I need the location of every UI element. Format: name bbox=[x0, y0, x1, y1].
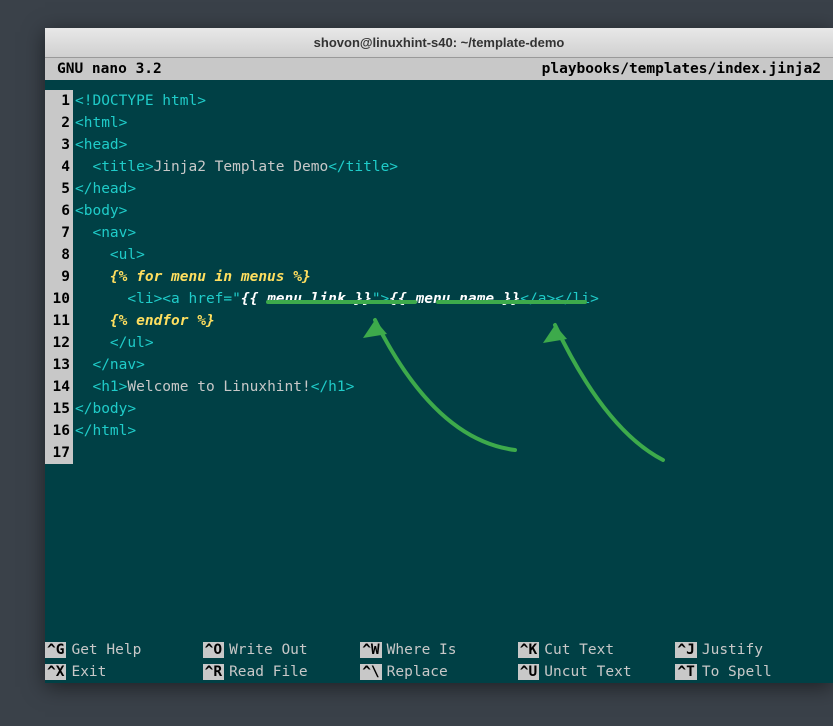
lineno: 4 bbox=[45, 156, 73, 178]
help-label: Uncut Text bbox=[544, 664, 631, 680]
help-label: Write Out bbox=[229, 642, 308, 658]
help-label: Where Is bbox=[387, 642, 457, 658]
help-key: ^O bbox=[203, 642, 224, 658]
code-text: <nav> bbox=[75, 225, 136, 241]
help-where-is[interactable]: ^W Where Is bbox=[360, 639, 518, 661]
app-name: GNU nano 3.2 bbox=[57, 61, 162, 77]
help-uncut-text[interactable]: ^U Uncut Text bbox=[518, 661, 676, 683]
help-replace[interactable]: ^\ Replace bbox=[360, 661, 518, 683]
code-text bbox=[75, 313, 110, 329]
jinja-var: {{ menu.link }} bbox=[241, 291, 372, 307]
code-text: <h1> bbox=[75, 379, 127, 395]
help-get-help[interactable]: ^G Get Help bbox=[45, 639, 203, 661]
help-key: ^R bbox=[203, 664, 224, 680]
help-label: Cut Text bbox=[544, 642, 614, 658]
help-read-file[interactable]: ^R Read File bbox=[203, 661, 361, 683]
help-label: To Spell bbox=[702, 664, 772, 680]
lineno: 7 bbox=[45, 222, 73, 244]
help-label: Read File bbox=[229, 664, 308, 680]
code-text: <li><a href=" bbox=[75, 291, 241, 307]
lineno: 16 bbox=[45, 420, 73, 442]
nano-helpbar: ^G Get Help ^O Write Out ^W Where Is ^K Cut … bbox=[45, 637, 833, 683]
code-text: <title> bbox=[75, 159, 154, 175]
help-label: Justify bbox=[702, 642, 763, 658]
lineno: 11 bbox=[45, 310, 73, 332]
code-text: </nav> bbox=[75, 357, 145, 373]
lineno: 8 bbox=[45, 244, 73, 266]
code-text: "> bbox=[372, 291, 389, 307]
help-key: ^K bbox=[518, 642, 539, 658]
lineno: 5 bbox=[45, 178, 73, 200]
help-key: ^W bbox=[360, 642, 381, 658]
code-text: <ul> bbox=[75, 247, 145, 263]
help-exit[interactable]: ^X Exit bbox=[45, 661, 203, 683]
help-label: Get Help bbox=[71, 642, 141, 658]
lineno: 17 bbox=[45, 442, 73, 464]
lineno: 2 bbox=[45, 112, 73, 134]
code-text: </body> bbox=[75, 401, 136, 417]
code-text bbox=[75, 269, 110, 285]
code-text: Welcome to Linuxhint! bbox=[127, 379, 310, 395]
help-key: ^X bbox=[45, 664, 66, 680]
lineno: 10 bbox=[45, 288, 73, 310]
lineno: 1 bbox=[45, 90, 73, 112]
help-justify[interactable]: ^J Justify bbox=[675, 639, 833, 661]
code-text: </ul> bbox=[75, 335, 154, 351]
file-path: playbooks/templates/index.jinja2 bbox=[162, 61, 821, 77]
help-label: Exit bbox=[71, 664, 106, 680]
lineno: 13 bbox=[45, 354, 73, 376]
code-text: <head> bbox=[75, 137, 127, 153]
help-key: ^T bbox=[675, 664, 696, 680]
code-text: <html> bbox=[75, 115, 127, 131]
lineno: 3 bbox=[45, 134, 73, 156]
jinja-block: {% endfor %} bbox=[110, 313, 215, 329]
line-number-gutter: 1 2 3 4 5 6 7 8 9 10 11 12 13 14 15 16 1… bbox=[45, 90, 73, 464]
jinja-var: {{ menu.name }} bbox=[389, 291, 520, 307]
lineno: 12 bbox=[45, 332, 73, 354]
lineno: 14 bbox=[45, 376, 73, 398]
window-title: shovon@linuxhint-s40: ~/template-demo bbox=[314, 35, 565, 50]
code-text: </head> bbox=[75, 181, 136, 197]
jinja-block: {% for menu in menus %} bbox=[110, 269, 311, 285]
help-cut-text[interactable]: ^K Cut Text bbox=[518, 639, 676, 661]
code-content[interactable]: <!DOCTYPE html> <html> <head> <title>Jin… bbox=[75, 90, 599, 464]
help-label: Replace bbox=[387, 664, 448, 680]
help-key: ^G bbox=[45, 642, 66, 658]
help-key: ^J bbox=[675, 642, 696, 658]
code-text: <body> bbox=[75, 203, 127, 219]
code-text: </a></li> bbox=[520, 291, 599, 307]
code-text: Jinja2 Template Demo bbox=[154, 159, 329, 175]
lineno: 6 bbox=[45, 200, 73, 222]
help-key: ^U bbox=[518, 664, 539, 680]
code-text: </html> bbox=[75, 423, 136, 439]
code-text: </title> bbox=[328, 159, 398, 175]
code-text: </h1> bbox=[311, 379, 355, 395]
nano-statusbar: GNU nano 3.2 playbooks/templates/index.j… bbox=[45, 58, 833, 80]
help-write-out[interactable]: ^O Write Out bbox=[203, 639, 361, 661]
help-key: ^\ bbox=[360, 664, 381, 680]
editor-area[interactable]: 1 2 3 4 5 6 7 8 9 10 11 12 13 14 15 16 1… bbox=[45, 80, 833, 637]
terminal-window: shovon@linuxhint-s40: ~/template-demo GN… bbox=[45, 28, 833, 683]
code-text: <!DOCTYPE html> bbox=[75, 93, 206, 109]
window-titlebar[interactable]: shovon@linuxhint-s40: ~/template-demo bbox=[45, 28, 833, 58]
lineno: 15 bbox=[45, 398, 73, 420]
lineno: 9 bbox=[45, 266, 73, 288]
help-to-spell[interactable]: ^T To Spell bbox=[675, 661, 833, 683]
